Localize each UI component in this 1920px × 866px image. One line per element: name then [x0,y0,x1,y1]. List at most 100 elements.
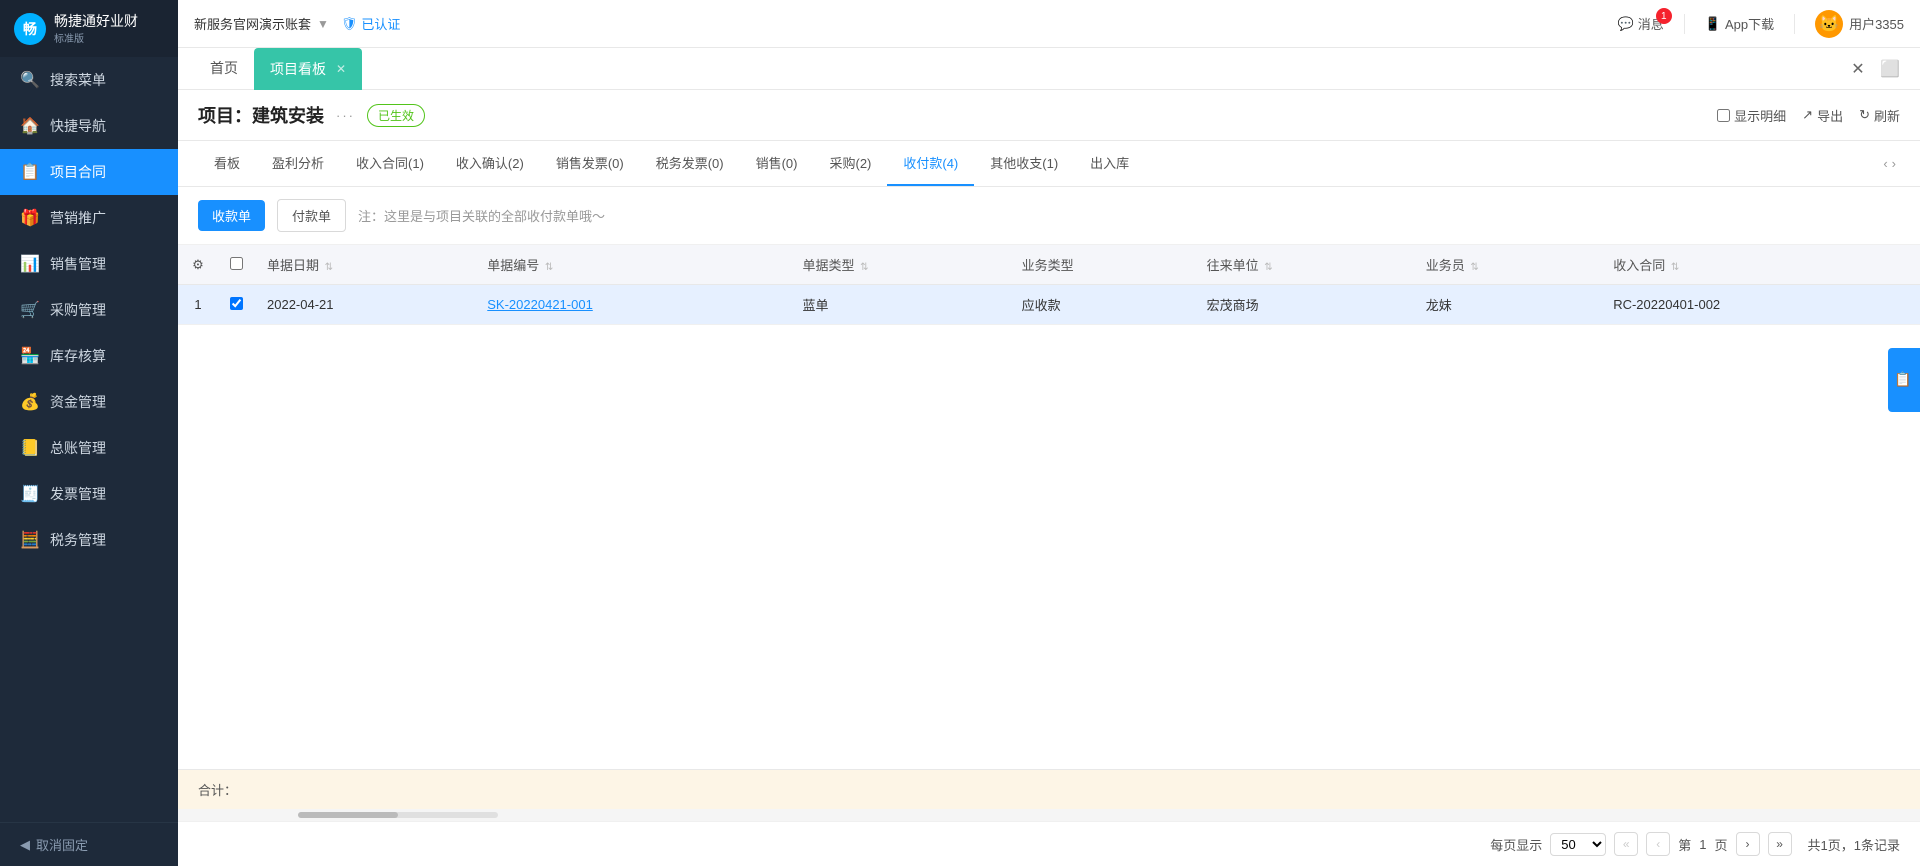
sidebar-item-shortcut[interactable]: 🏠 快捷导航 [0,103,178,149]
msg-badge: 1 [1656,8,1672,24]
tab-home[interactable]: 首页 [194,48,254,90]
th-check[interactable] [218,245,255,285]
sub-tab-income-confirm[interactable]: 收入确认(2) [440,141,540,186]
sidebar-item-marketing[interactable]: 🎁 营销推广 [0,195,178,241]
td-partner: 宏茂商场 [1195,285,1414,325]
td-check[interactable] [218,285,255,325]
sub-tab-other[interactable]: 其他收支(1) [974,141,1074,186]
select-all-checkbox[interactable] [230,257,243,270]
last-page-icon: » [1776,837,1783,851]
tab-maximize-btn[interactable]: ⬜ [1876,55,1904,83]
main-content: 新服务官网演示账套 ▼ 🛡 已认证 💬 消息 1 📱 App下载 🐱 用户335… [178,0,1920,866]
sub-tab-sales[interactable]: 销售(0) [740,141,814,186]
prev-page-icon: ‹ [1656,837,1660,851]
page-more-btn[interactable]: ··· [336,108,355,123]
sub-tab-income-contract[interactable]: 收入合同(1) [340,141,440,186]
next-page-icon: › [1746,837,1750,851]
topbar-app-btn[interactable]: 📱 App下载 [1705,14,1774,33]
sidebar-item-purchase[interactable]: 🛒 采购管理 [0,287,178,333]
nav-label-sales: 销售管理 [50,254,106,274]
current-page: 1 [1699,837,1706,852]
row-checkbox[interactable] [230,297,243,310]
prev-page-btn[interactable]: ‹ [1646,832,1670,856]
topbar-project[interactable]: 新服务官网演示账套 ▼ [194,14,329,33]
th-code[interactable]: 单据编号 ⇅ [475,245,790,285]
nav-label-inventory: 库存核算 [50,346,106,366]
sub-tabbar: 看板 盈利分析 收入合同(1) 收入确认(2) 销售发票(0) 税务发票(0) … [178,141,1920,187]
next-page-btn[interactable]: › [1736,832,1760,856]
payment-btn[interactable]: 付款单 [277,199,346,232]
show-detail-checkbox-label[interactable]: 显示明细 [1717,106,1786,125]
nav-icon-project: 📋 [20,162,40,182]
first-page-btn[interactable]: « [1614,832,1638,856]
first-page-icon: « [1623,837,1630,851]
tab-close-icon[interactable]: ✕ [336,62,346,76]
nav-label-project: 项目合同 [50,162,106,182]
th-doc-type[interactable]: 单据类型 ⇅ [791,245,1010,285]
export-icon: ↗ [1802,107,1813,123]
table-row[interactable]: 1 2022-04-21 SK-20220421-001 蓝单 应收款 宏茂商场… [178,285,1920,325]
topbar-msg-btn[interactable]: 💬 消息 1 [1618,14,1664,33]
td-code[interactable]: SK-20220421-001 [475,285,790,325]
th-income-contract: 收入合同 ⇅ [1601,245,1920,285]
table-container: ⚙ 单据日期 ⇅ 单据编号 ⇅ 单据类型 ⇅ 业务类型 往来单位 ⇅ 业务员 ⇅… [178,245,1920,769]
sidebar-item-finance[interactable]: 💰 资金管理 [0,379,178,425]
sub-tab-receipt[interactable]: 收付款(4) [887,141,974,186]
sub-tab-sales-invoice[interactable]: 销售发票(0) [540,141,640,186]
sub-tab-inout[interactable]: 出入库 [1074,141,1145,186]
sub-tab-prev-arrow[interactable]: ‹ [1883,156,1887,171]
app-title: 畅捷通好业财 [54,12,138,30]
sidebar-header: 畅 畅捷通好业财 标准版 [0,0,178,57]
status-badge: 已生效 [367,104,425,127]
floating-panel-btn[interactable]: 📋 [1888,348,1920,412]
nav-icon-ledger: 📒 [20,438,40,458]
th-gear[interactable]: ⚙ [178,245,218,285]
tab-project-board[interactable]: 项目看板 ✕ [254,48,362,90]
page-title: 项目：建筑安装 [198,102,324,128]
last-page-btn[interactable]: » [1768,832,1792,856]
sort-salesperson-icon: ⇅ [1470,262,1478,273]
per-page-select[interactable]: 50 100 200 [1550,833,1606,856]
nav-label-search: 搜索菜单 [50,70,106,90]
sidebar-item-project[interactable]: 📋 项目合同 [0,149,178,195]
topbar-divider-1 [1684,14,1685,34]
export-btn[interactable]: ↗ 导出 [1802,106,1843,125]
td-doc-type: 蓝单 [791,285,1010,325]
sidebar-item-search[interactable]: 🔍 搜索菜单 [0,57,178,103]
scrollbar-row [178,809,1920,821]
nav-icon-inventory: 🏪 [20,346,40,366]
sidebar-item-sales[interactable]: 📊 销售管理 [0,241,178,287]
content-area: 收款单 付款单 注：这里是与项目关联的全部收付款单哦～ ⚙ 单据日期 ⇅ 单据编… [178,187,1920,866]
scrollbar-thumb[interactable] [298,812,398,818]
nav-icon-shortcut: 🏠 [20,116,40,136]
sub-tab-next-arrow[interactable]: › [1892,156,1896,171]
user-label: 用户3355 [1849,14,1904,33]
sub-tab-tax-invoice[interactable]: 税务发票(0) [640,141,740,186]
topbar-divider-2 [1794,14,1795,34]
pagination: 每页显示 50 100 200 « ‹ 第 1 页 › » 共1页，1条记录 [178,821,1920,866]
th-date[interactable]: 单据日期 ⇅ [255,245,475,285]
sidebar-nav: 🔍 搜索菜单🏠 快捷导航📋 项目合同🎁 营销推广📊 销售管理🛒 采购管理🏪 库存… [0,57,178,822]
sidebar-item-invoice[interactable]: 🧾 发票管理 [0,471,178,517]
table-footer-sum: 合计： [178,769,1920,809]
sub-tab-purchase[interactable]: 采购(2) [813,141,887,186]
doc-code-link[interactable]: SK-20220421-001 [487,297,593,312]
sidebar-item-ledger[interactable]: 📒 总账管理 [0,425,178,471]
sidebar-item-tax[interactable]: 🧮 税务管理 [0,517,178,563]
td-income-contract: RC-20220401-002 [1601,285,1920,325]
refresh-btn[interactable]: ↻ 刷新 [1859,106,1900,125]
tab-close-window-btn[interactable]: ✕ [1844,55,1872,83]
sub-tab-kanban[interactable]: 看板 [198,141,256,186]
horizontal-scrollbar[interactable] [298,812,498,818]
topbar-project-arrow[interactable]: ▼ [317,17,329,31]
show-detail-checkbox[interactable] [1717,109,1730,122]
page-label: 第 [1678,835,1691,854]
topbar-user-btn[interactable]: 🐱 用户3355 [1815,10,1904,38]
panel-icon: 📋 [1896,371,1912,388]
sidebar-footer-unpin[interactable]: ◀ 取消固定 [0,822,178,866]
tabbar-right: ✕ ⬜ [1844,55,1920,83]
sub-tab-profit[interactable]: 盈利分析 [256,141,340,186]
receipt-btn[interactable]: 收款单 [198,200,265,231]
sidebar-item-inventory[interactable]: 🏪 库存核算 [0,333,178,379]
sidebar: 畅 畅捷通好业财 标准版 🔍 搜索菜单🏠 快捷导航📋 项目合同🎁 营销推广📊 销… [0,0,178,866]
